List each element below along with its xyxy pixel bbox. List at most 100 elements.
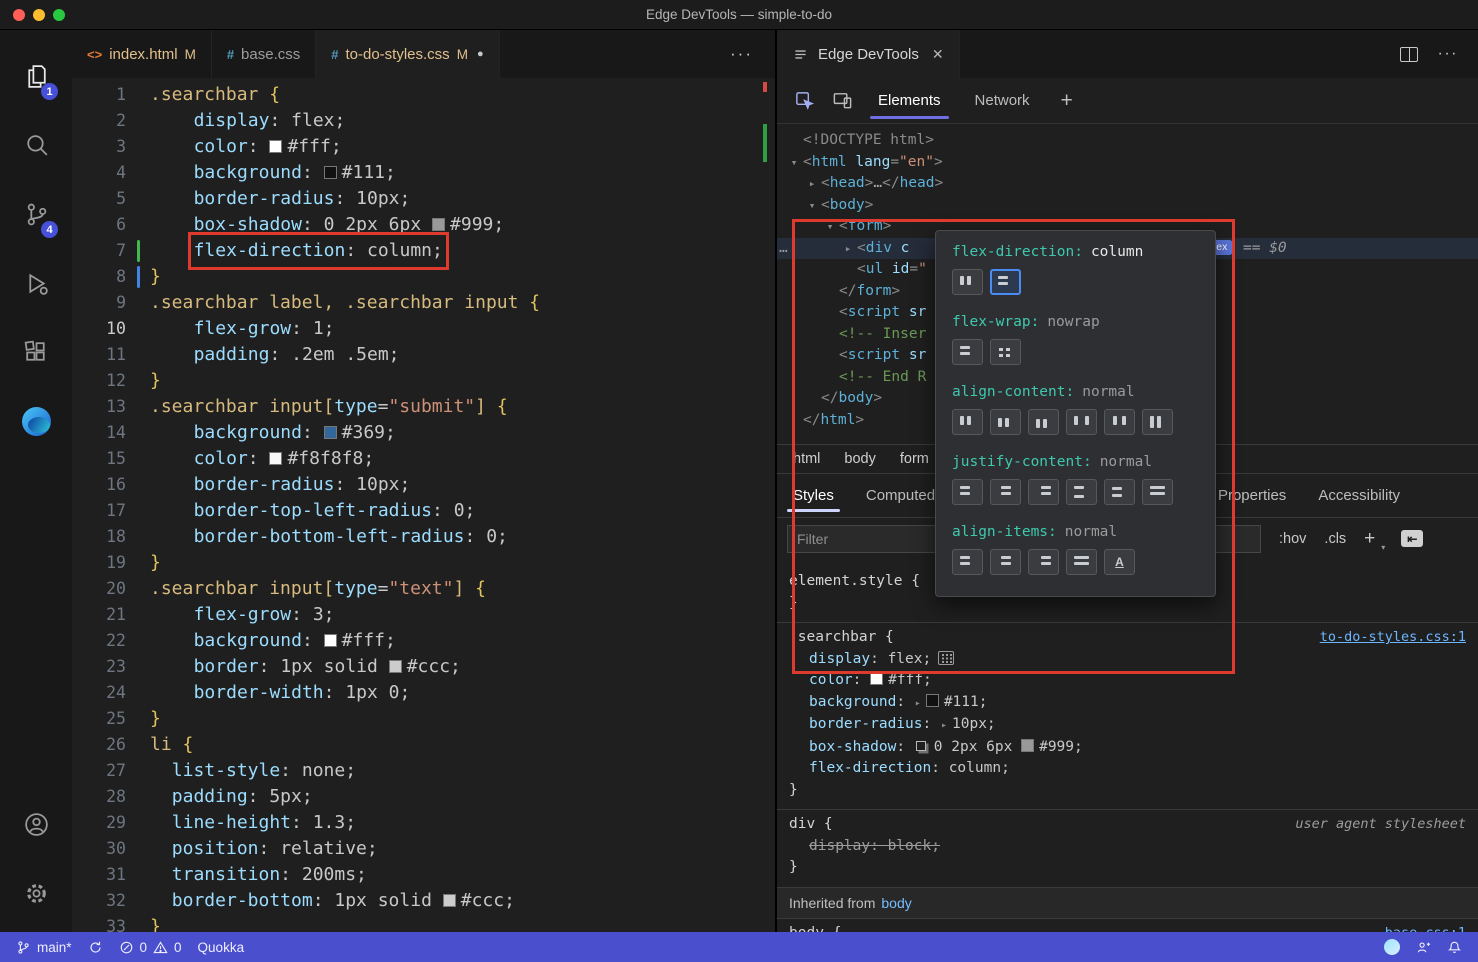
extensions-icon[interactable] <box>11 318 61 387</box>
color-swatch[interactable] <box>324 426 337 439</box>
dom-node-row[interactable]: <!DOCTYPE html> <box>777 130 1478 152</box>
edge-status-icon[interactable] <box>1376 939 1408 955</box>
code-line[interactable]: border-top-left-radius: 0; <box>150 498 775 524</box>
style-declaration[interactable]: background: ▸#111; <box>789 692 1466 715</box>
code-line[interactable]: flex-grow: 3; <box>150 602 775 628</box>
expand-arrow-icon[interactable]: ▸ <box>803 173 821 195</box>
style-declaration[interactable]: display: block; <box>789 836 1466 858</box>
code-line[interactable]: border-bottom: 1px solid #ccc; <box>150 888 775 914</box>
run-debug-icon[interactable] <box>11 249 61 318</box>
flex-direction-row-icon[interactable] <box>952 269 983 295</box>
code-editor[interactable]: 1234567891011121314151617181920212223242… <box>72 78 775 932</box>
inherited-body-link[interactable]: body <box>881 895 911 911</box>
align-items-flex-start-icon[interactable] <box>952 549 983 575</box>
code-line[interactable]: .searchbar input[type="submit"] { <box>150 394 775 420</box>
breadcrumb-form[interactable]: form <box>900 451 929 467</box>
maximize-window-button[interactable] <box>53 9 65 21</box>
device-emulation-icon[interactable] <box>823 78 861 123</box>
justify-content-center-icon[interactable] <box>990 479 1021 505</box>
align-content-flex-end-icon[interactable] <box>1028 409 1059 435</box>
color-swatch[interactable] <box>269 140 282 153</box>
code-line[interactable]: color: #f8f8f8; <box>150 446 775 472</box>
color-swatch[interactable] <box>870 672 883 685</box>
code-line[interactable]: border-width: 1px 0; <box>150 680 775 706</box>
tab-properties[interactable]: Properties <box>1202 474 1302 517</box>
justify-content-flex-start-icon[interactable] <box>952 479 983 505</box>
code-line[interactable]: background: #111; <box>150 160 775 186</box>
style-declaration[interactable]: border-radius: ▸10px; <box>789 714 1466 737</box>
unsaved-dot-icon[interactable]: ● <box>477 48 484 60</box>
quokka-status[interactable]: Quokka <box>190 932 253 962</box>
code-line[interactable]: padding: .2em .5em; <box>150 342 775 368</box>
shadow-editor-icon[interactable] <box>916 741 926 751</box>
style-declaration[interactable]: box-shadow: 0 2px 6px #999; <box>789 737 1466 759</box>
search-icon[interactable] <box>11 111 61 180</box>
tab-base-css[interactable]: # base.css <box>212 30 316 78</box>
align-items-center-icon[interactable] <box>990 549 1021 575</box>
style-declaration[interactable]: color: #fff; <box>789 670 1466 692</box>
tab-network[interactable]: Network <box>958 78 1047 123</box>
code-line[interactable]: border-bottom-left-radius: 0; <box>150 524 775 550</box>
collapse-arrow-icon[interactable]: ▾ <box>803 195 821 217</box>
collapse-panel-icon[interactable]: ⇤ <box>1401 530 1423 547</box>
flex-direction-column-icon[interactable] <box>990 269 1021 295</box>
close-window-button[interactable] <box>13 9 25 21</box>
code-line[interactable]: flex-grow: 1; <box>150 316 775 342</box>
rule-selector[interactable]: .searchbar { <box>789 627 894 649</box>
color-swatch[interactable] <box>432 218 445 231</box>
code-line[interactable]: border: 1px solid #ccc; <box>150 654 775 680</box>
code-line[interactable]: position: relative; <box>150 836 775 862</box>
stylesheet-link[interactable]: to-do-styles.css:1 <box>1320 627 1466 649</box>
collapse-arrow-icon[interactable]: ▾ <box>821 216 839 238</box>
style-declaration[interactable]: display: flex; <box>789 649 1466 671</box>
flex-editor-icon[interactable] <box>938 651 954 665</box>
code-line[interactable]: .searchbar { <box>150 82 775 108</box>
color-swatch[interactable] <box>389 660 402 673</box>
dom-node-row[interactable]: ▾<body> <box>777 195 1478 217</box>
color-swatch[interactable] <box>443 894 456 907</box>
code-line[interactable]: } <box>150 368 775 394</box>
expand-shorthand-icon[interactable]: ▸ <box>915 698 921 709</box>
expand-arrow-icon[interactable]: ▸ <box>839 238 857 260</box>
more-actions-icon[interactable]: ··· <box>1438 45 1458 63</box>
code-line[interactable]: padding: 5px; <box>150 784 775 810</box>
align-items-baseline-icon[interactable]: A <box>1104 549 1135 575</box>
code-line[interactable]: box-shadow: 0 2px 6px #999; <box>150 212 775 238</box>
breadcrumb-html[interactable]: html <box>793 451 820 467</box>
breadcrumb-body[interactable]: body <box>844 451 875 467</box>
color-swatch[interactable] <box>269 452 282 465</box>
settings-gear-icon[interactable] <box>11 859 61 928</box>
tab-accessibility[interactable]: Accessibility <box>1302 474 1416 517</box>
branch-status[interactable]: main* <box>8 932 80 962</box>
split-editor-icon[interactable] <box>1400 47 1418 62</box>
justify-content-stretch-icon[interactable] <box>1142 479 1173 505</box>
justify-content-space-around-icon[interactable] <box>1104 479 1135 505</box>
source-control-icon[interactable]: 4 <box>11 180 61 249</box>
code-line[interactable]: background: #fff; <box>150 628 775 654</box>
collapse-arrow-icon[interactable]: ▾ <box>785 152 803 174</box>
flex-wrap-nowrap-icon[interactable] <box>952 339 983 365</box>
color-swatch[interactable] <box>926 694 939 707</box>
notifications-status[interactable] <box>1439 940 1470 955</box>
account-icon[interactable] <box>11 790 61 859</box>
align-content-flex-start-icon[interactable] <box>952 409 983 435</box>
editor-code[interactable]: .searchbar {display: flex;color: #fff;ba… <box>150 82 775 932</box>
justify-content-flex-end-icon[interactable] <box>1028 479 1059 505</box>
dom-node-row[interactable]: ▾<html lang="en"> <box>777 152 1478 174</box>
code-line[interactable]: list-style: none; <box>150 758 775 784</box>
minimize-window-button[interactable] <box>33 9 45 21</box>
code-line[interactable]: .searchbar input[type="text"] { <box>150 576 775 602</box>
stylesheet-link[interactable]: base.css:1 <box>1385 923 1466 933</box>
color-swatch[interactable] <box>324 634 337 647</box>
edge-devtools-icon[interactable] <box>11 387 61 456</box>
rule-selector[interactable]: element.style { <box>789 571 920 593</box>
tab-edge-devtools[interactable]: Edge DevTools ✕ <box>777 30 960 78</box>
code-line[interactable]: line-height: 1.3; <box>150 810 775 836</box>
code-line[interactable]: li { <box>150 732 775 758</box>
align-content-space-between-icon[interactable] <box>1066 409 1097 435</box>
code-line[interactable]: } <box>150 550 775 576</box>
editor-actions-menu[interactable]: ··· <box>708 30 775 78</box>
tab-to-do-styles-css[interactable]: # to-do-styles.css M ● <box>316 30 499 78</box>
align-content-stretch-icon[interactable] <box>1142 409 1173 435</box>
expand-shorthand-icon[interactable]: ▸ <box>941 720 947 731</box>
